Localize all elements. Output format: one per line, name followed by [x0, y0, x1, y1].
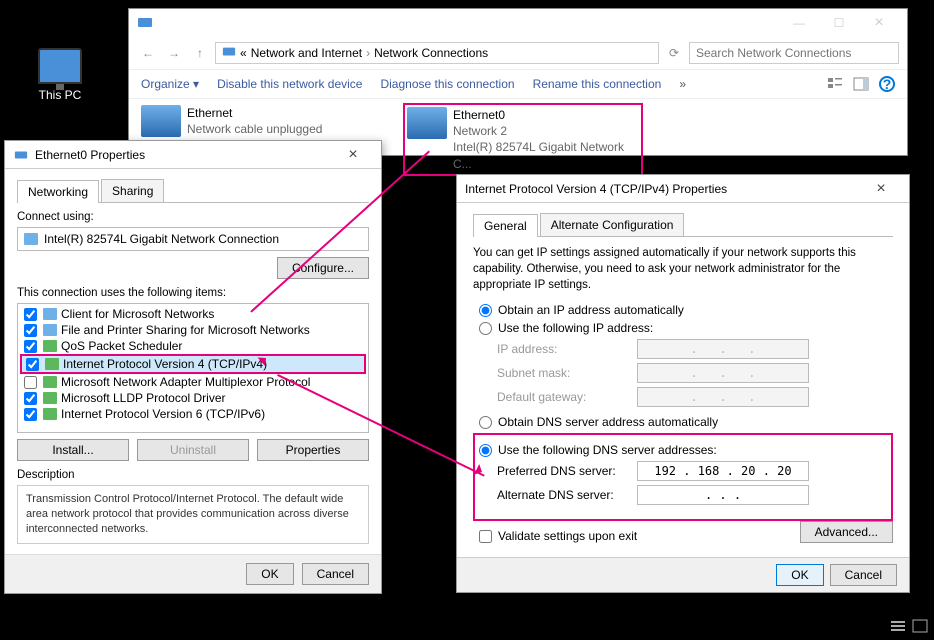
alternate-dns-input[interactable]: . . . — [637, 485, 809, 505]
list-item[interactable]: Client for Microsoft Networks — [20, 306, 366, 322]
tab-alternate[interactable]: Alternate Configuration — [540, 213, 685, 236]
window-title: Network Connections — [159, 16, 779, 30]
dialog-title: Internet Protocol Version 4 (TCP/IPv4) P… — [465, 182, 861, 196]
details-view-icon[interactable] — [912, 618, 928, 634]
details-pane-button[interactable] — [853, 76, 869, 92]
item-checkbox[interactable] — [24, 308, 37, 321]
adapter-field: Intel(R) 82574L Gigabit Network Connecti… — [17, 227, 369, 251]
preferred-dns-field[interactable]: Preferred DNS server:192 . 168 . 20 . 20 — [497, 461, 889, 481]
connect-using-label: Connect using: — [17, 211, 369, 223]
protocol-icon — [45, 358, 59, 370]
breadcrumb-segment[interactable]: Network and Internet — [251, 46, 362, 60]
close-button[interactable]: × — [333, 141, 373, 169]
client-icon — [43, 308, 57, 320]
address-bar: ← → ↑ « Network and Internet › Network C… — [129, 37, 907, 69]
list-item[interactable]: Internet Protocol Version 6 (TCP/IPv6) — [20, 406, 366, 422]
this-pc-desktop-icon[interactable]: This PC — [30, 48, 90, 102]
tabs: General Alternate Configuration — [473, 213, 893, 237]
tabs: Networking Sharing — [17, 179, 369, 203]
items-label: This connection uses the following items… — [17, 287, 369, 299]
ethernet0-properties-dialog: Ethernet0 Properties × Networking Sharin… — [4, 140, 382, 594]
tab-networking[interactable]: Networking — [17, 180, 99, 203]
minimize-button[interactable]: — — [779, 9, 819, 37]
tab-sharing[interactable]: Sharing — [101, 179, 164, 202]
dialog-titlebar: Ethernet0 Properties × — [5, 141, 381, 169]
dns-group-highlight: Use the following DNS server addresses: … — [473, 433, 893, 521]
cancel-button[interactable]: Cancel — [302, 563, 369, 585]
ip-address-field: IP address:. . . — [497, 339, 893, 359]
close-button[interactable]: × — [859, 9, 899, 37]
tab-general[interactable]: General — [473, 214, 538, 237]
disable-device-button[interactable]: Disable this network device — [217, 77, 362, 91]
connection-item-ethernet0[interactable]: Ethernet0 Network 2 Intel(R) 82574L Giga… — [403, 103, 643, 176]
help-button[interactable]: ? — [879, 76, 895, 92]
advanced-button[interactable]: Advanced... — [800, 521, 893, 543]
item-checkbox[interactable] — [24, 324, 37, 337]
search-input[interactable] — [689, 42, 899, 64]
ipv4-properties-dialog: Internet Protocol Version 4 (TCP/IPv4) P… — [456, 174, 910, 593]
network-adapter-icon — [24, 233, 38, 245]
protocol-icon — [43, 392, 57, 404]
network-adapter-icon — [13, 147, 29, 163]
view-button[interactable] — [827, 76, 843, 92]
radio-static-dns[interactable]: Use the following DNS server addresses: — [479, 443, 889, 457]
command-bar: Organize ▾ Disable this network device D… — [129, 69, 907, 99]
alternate-dns-field[interactable]: Alternate DNS server:. . . — [497, 485, 889, 505]
item-checkbox[interactable] — [24, 408, 37, 421]
install-button[interactable]: Install... — [17, 439, 129, 461]
organize-button[interactable]: Organize ▾ — [141, 77, 199, 91]
service-icon — [43, 324, 57, 336]
item-checkbox[interactable] — [26, 358, 39, 371]
subnet-mask-field: Subnet mask:. . . — [497, 363, 893, 383]
breadcrumb[interactable]: « Network and Internet › Network Connect… — [215, 42, 659, 64]
network-adapter-icon — [141, 105, 181, 137]
network-connections-window: Network Connections — ☐ × ← → ↑ « Networ… — [128, 8, 908, 156]
control-panel-icon — [137, 15, 153, 31]
list-item[interactable]: Microsoft Network Adapter Multiplexor Pr… — [20, 374, 366, 390]
this-pc-label: This PC — [30, 88, 90, 102]
maximize-button[interactable]: ☐ — [819, 9, 859, 37]
radio-auto-dns[interactable]: Obtain DNS server address automatically — [479, 415, 893, 429]
window-titlebar: Network Connections — ☐ × — [129, 9, 907, 37]
description-label: Description — [17, 469, 369, 481]
network-adapter-icon — [407, 107, 447, 139]
intro-text: You can get IP settings assigned automat… — [473, 245, 893, 293]
chevron-right-icon: › — [366, 46, 370, 60]
forward-button[interactable]: → — [163, 42, 185, 64]
description-text: Transmission Control Protocol/Internet P… — [17, 485, 369, 544]
protocol-icon — [43, 408, 57, 420]
radio-static-ip[interactable]: Use the following IP address: — [479, 321, 893, 335]
rename-button[interactable]: Rename this connection — [533, 77, 662, 91]
gateway-field: Default gateway:. . . — [497, 387, 893, 407]
item-checkbox[interactable] — [24, 376, 37, 389]
radio-auto-ip[interactable]: Obtain an IP address automatically — [479, 303, 893, 317]
protocol-icon — [43, 340, 57, 352]
overflow-button[interactable]: » — [679, 77, 686, 91]
list-view-icon[interactable] — [890, 618, 906, 634]
preferred-dns-input[interactable]: 192 . 168 . 20 . 20 — [637, 461, 809, 481]
cancel-button[interactable]: Cancel — [830, 564, 897, 586]
uninstall-button[interactable]: Uninstall — [137, 439, 249, 461]
back-button[interactable]: ← — [137, 42, 159, 64]
item-checkbox[interactable] — [24, 340, 37, 353]
diagnose-button[interactable]: Diagnose this connection — [380, 77, 514, 91]
monitor-icon — [38, 48, 82, 84]
properties-button[interactable]: Properties — [257, 439, 369, 461]
close-button[interactable]: × — [861, 175, 901, 203]
dialog-title: Ethernet0 Properties — [35, 148, 333, 162]
item-checkbox[interactable] — [24, 392, 37, 405]
ok-button[interactable]: OK — [246, 563, 293, 585]
ok-button[interactable]: OK — [776, 564, 823, 586]
list-item[interactable]: QoS Packet Scheduler — [20, 338, 366, 354]
view-palette — [890, 618, 928, 634]
control-panel-icon — [222, 45, 236, 62]
refresh-button[interactable]: ⟳ — [663, 42, 685, 64]
items-list[interactable]: Client for Microsoft Networks File and P… — [17, 303, 369, 433]
list-item-ipv4[interactable]: Internet Protocol Version 4 (TCP/IPv4) — [20, 354, 366, 374]
breadcrumb-segment[interactable]: Network Connections — [374, 46, 488, 60]
dialog-titlebar: Internet Protocol Version 4 (TCP/IPv4) P… — [457, 175, 909, 203]
list-item[interactable]: File and Printer Sharing for Microsoft N… — [20, 322, 366, 338]
up-button[interactable]: ↑ — [189, 42, 211, 64]
protocol-icon — [43, 376, 57, 388]
